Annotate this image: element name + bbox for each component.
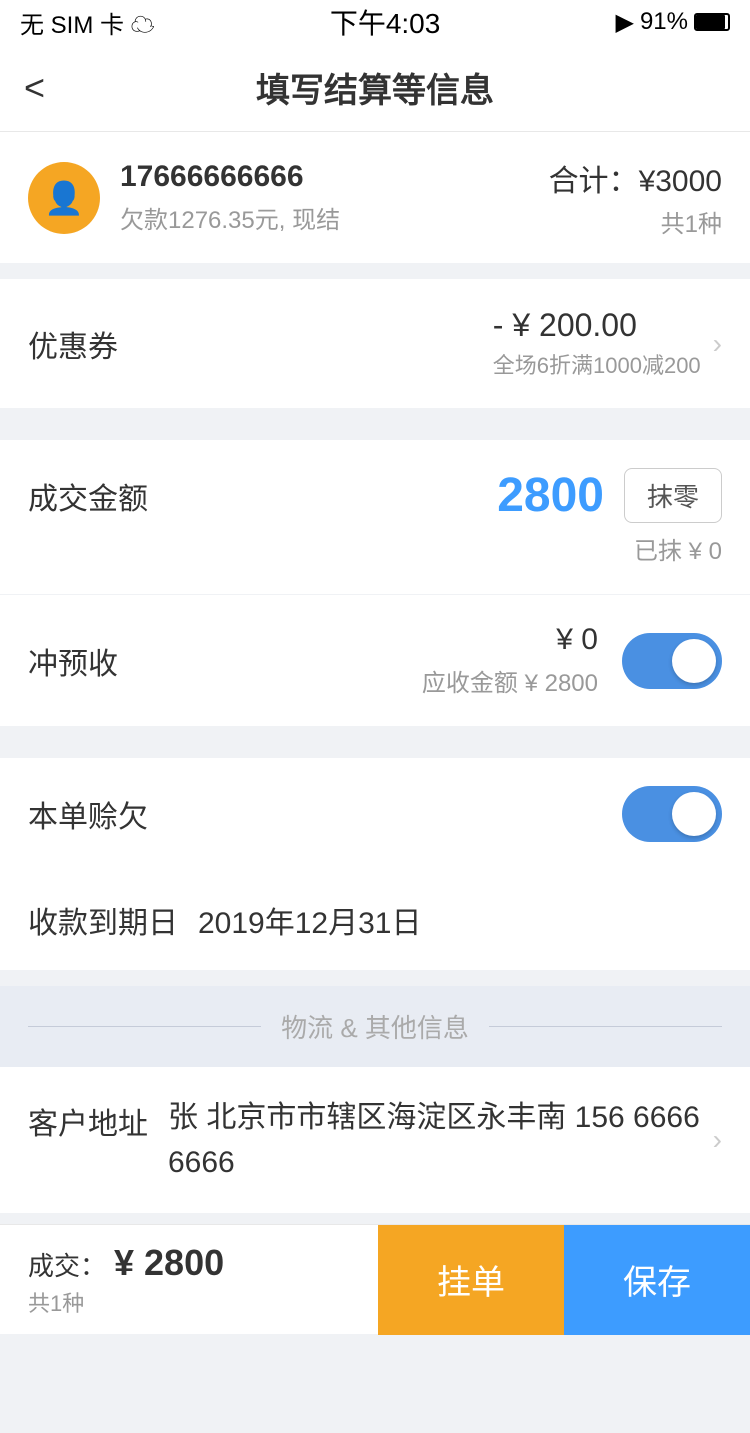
duedate-label: 收款到期日 <box>28 898 178 942</box>
total-amount: 合计：¥3000 <box>549 156 722 200</box>
credit-toggle[interactable] <box>622 786 722 842</box>
coupon-label: 优惠券 <box>28 322 118 366</box>
toggle-knob <box>672 639 716 683</box>
deal-count: 共1种 <box>28 1286 350 1318</box>
status-right: ▶ 91% <box>615 8 730 37</box>
address-section[interactable]: 客户地址 张 北京市市辖区海淀区永丰南 156 6666 6666 › <box>0 1067 750 1213</box>
logistics-divider: 物流 & 其他信息 <box>0 986 750 1067</box>
round-button[interactable]: 抹零 <box>624 468 722 523</box>
total-label: 合计： <box>549 165 639 198</box>
battery-level: 91% <box>640 8 688 36</box>
amount-right: 2800 抹零 <box>497 468 722 523</box>
sim-status: 无 SIM 卡 ☁ <box>20 5 155 40</box>
total-value: ¥3000 <box>639 165 722 198</box>
save-button[interactable]: 保存 <box>564 1225 750 1335</box>
credit-label: 本单赊欠 <box>28 792 148 836</box>
logistics-label: 物流 & 其他信息 <box>281 1008 469 1045</box>
deal-amount: ¥ 2800 <box>114 1242 224 1284</box>
amount-section: 成交金额 2800 抹零 已抹 ¥ 0 <box>0 440 750 594</box>
address-label: 客户地址 <box>28 1099 148 1143</box>
page-title: 填写结算等信息 <box>256 63 494 112</box>
bottom-summary: 成交： ¥ 2800 共1种 <box>0 1242 378 1318</box>
duedate-value: 2019年12月31日 <box>198 898 421 942</box>
address-chevron-icon: › <box>713 1124 722 1156</box>
amount-label: 成交金额 <box>28 474 148 518</box>
bottom-bar: 成交： ¥ 2800 共1种 挂单 保存 <box>0 1224 750 1334</box>
divider-line-left <box>28 1026 261 1027</box>
nav-bar: < 填写结算等信息 <box>0 44 750 132</box>
customer-phone: 17666666666 <box>120 160 340 194</box>
avatar-icon: 👤 <box>44 179 84 217</box>
customer-subtext: 欠款1276.35元, 现结 <box>120 200 340 235</box>
prepay-label: 冲预收 <box>28 639 118 683</box>
hold-label: 挂单 <box>437 1255 505 1304</box>
divider-line-right <box>489 1026 722 1027</box>
divider-2 <box>0 742 750 758</box>
prepay-toggle[interactable] <box>622 633 722 689</box>
prepay-value: ¥ 0 <box>556 623 598 657</box>
amount-row: 成交金额 2800 抹零 <box>28 468 722 523</box>
prepay-right: ¥ 0 应收金额 ¥ 2800 <box>422 623 598 698</box>
coupon-discount: - ¥ 200.00 <box>493 307 701 344</box>
battery-bar <box>694 13 730 31</box>
back-button[interactable]: < <box>24 67 45 109</box>
avatar: 👤 <box>28 162 100 234</box>
status-time: 下午4:03 <box>330 2 441 42</box>
customer-total: 合计：¥3000 共1种 <box>549 156 722 239</box>
deal-label: 成交： <box>28 1246 106 1283</box>
coupon-right: - ¥ 200.00 全场6折满1000减200 › <box>493 307 722 380</box>
coupon-row[interactable]: 优惠券 - ¥ 200.00 全场6折满1000减200 › <box>0 279 750 408</box>
customer-info: 17666666666 欠款1276.35元, 现结 <box>120 160 340 235</box>
credit-toggle-knob <box>672 792 716 836</box>
hold-button[interactable]: 挂单 <box>378 1225 564 1335</box>
chevron-right-icon: › <box>713 328 722 360</box>
save-label: 保存 <box>623 1255 691 1304</box>
coupon-subtext: 全场6折满1000减200 <box>493 348 701 380</box>
status-bar: 无 SIM 卡 ☁ 下午4:03 ▶ 91% <box>0 0 750 44</box>
divider-1 <box>0 424 750 440</box>
duedate-section: 收款到期日 2019年12月31日 <box>0 870 750 970</box>
prepay-section: 冲预收 ¥ 0 应收金额 ¥ 2800 <box>0 595 750 726</box>
customer-left: 👤 17666666666 欠款1276.35元, 现结 <box>28 160 340 235</box>
amount-sub: 已抹 ¥ 0 <box>634 538 722 565</box>
customer-row: 👤 17666666666 欠款1276.35元, 现结 合计：¥3000 共1… <box>0 132 750 263</box>
credit-section: 本单赊欠 <box>0 758 750 870</box>
total-count: 共1种 <box>549 204 722 239</box>
battery-icon: ▶ <box>615 8 633 37</box>
address-value: 张 北京市市辖区海淀区永丰南 156 6666 6666 <box>168 1095 701 1185</box>
status-left: 无 SIM 卡 ☁ <box>20 5 155 40</box>
prepay-subtext: 应收金额 ¥ 2800 <box>422 663 598 698</box>
amount-value: 2800 <box>497 468 604 523</box>
